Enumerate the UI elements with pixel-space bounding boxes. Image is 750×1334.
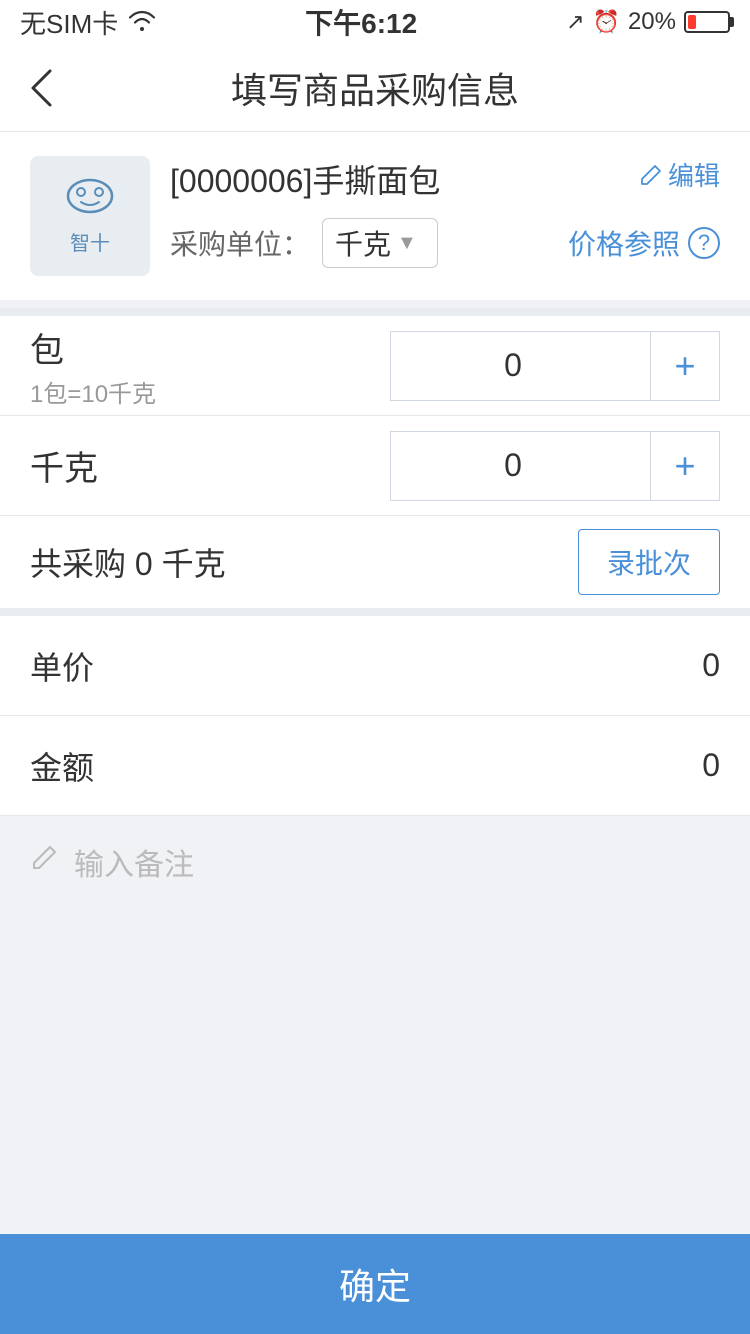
alarm-icon: ⏰ bbox=[593, 9, 620, 35]
price-row-unit: 单价 0 bbox=[0, 616, 750, 716]
kg-input[interactable] bbox=[390, 431, 650, 501]
help-icon: ? bbox=[688, 227, 720, 259]
unit-value: 千克 bbox=[335, 223, 391, 263]
unit-label: 采购单位： bbox=[170, 223, 310, 263]
wifi-icon bbox=[128, 7, 156, 38]
unit-row: 采购单位： 千克 ▼ bbox=[170, 218, 438, 268]
bao-input[interactable] bbox=[390, 331, 650, 401]
section-divider-1 bbox=[0, 308, 750, 316]
product-info: [0000006]手撕面包 编辑 采购单位： 千克 ▼ 价格参照 ? bbox=[170, 156, 720, 268]
unit-bao-sublabel: 1包=10千克 bbox=[30, 374, 230, 409]
remark-placeholder: 输入备注 bbox=[74, 840, 194, 884]
input-control-kg: + bbox=[390, 431, 720, 501]
batch-button[interactable]: 录批次 bbox=[578, 529, 720, 595]
pencil-icon bbox=[30, 844, 58, 880]
price-row-amount: 金额 0 bbox=[0, 716, 750, 816]
kg-plus-button[interactable]: + bbox=[650, 431, 720, 501]
amount-label: 金额 bbox=[30, 743, 94, 789]
battery-icon bbox=[684, 11, 730, 33]
product-info-top: [0000006]手撕面包 编辑 bbox=[170, 156, 720, 202]
price-ref-label: 价格参照 bbox=[568, 223, 680, 263]
location-icon: ↗ bbox=[566, 9, 584, 35]
input-label-bao: 包 1包=10千克 bbox=[30, 323, 230, 409]
back-button[interactable] bbox=[30, 69, 52, 107]
product-image: 智十 bbox=[30, 156, 150, 276]
status-left: 无SIM卡 bbox=[20, 4, 156, 41]
product-card: 智十 [0000006]手撕面包 编辑 采购单位： 千克 ▼ bbox=[0, 132, 750, 308]
price-section: 单价 0 金额 0 bbox=[0, 616, 750, 816]
page-title: 填写商品采购信息 bbox=[231, 62, 519, 114]
total-row: 共采购 0 千克 录批次 bbox=[0, 516, 750, 616]
edit-button[interactable]: 编辑 bbox=[640, 156, 720, 193]
amount-value: 0 bbox=[702, 747, 720, 784]
input-control-bao: + bbox=[390, 331, 720, 401]
input-row-kg: 千克 + bbox=[0, 416, 750, 516]
product-logo-text: 智十 bbox=[70, 227, 110, 256]
input-label-kg: 千克 bbox=[30, 441, 230, 490]
unit-price-label: 单价 bbox=[30, 643, 94, 689]
price-ref-button[interactable]: 价格参照 ? bbox=[568, 223, 720, 263]
battery-percent: 20% bbox=[628, 8, 676, 36]
nav-bar: 填写商品采购信息 bbox=[0, 44, 750, 132]
input-row-bao: 包 1包=10千克 + bbox=[0, 316, 750, 416]
input-section: 包 1包=10千克 + 千克 + bbox=[0, 316, 750, 516]
chevron-down-icon: ▼ bbox=[397, 232, 417, 255]
unit-price-value: 0 bbox=[702, 647, 720, 684]
status-right: ↗ ⏰ 20% bbox=[566, 8, 730, 36]
unit-bao-label: 包 bbox=[30, 323, 230, 372]
total-label: 共采购 0 千克 bbox=[30, 539, 226, 585]
bao-plus-button[interactable]: + bbox=[650, 331, 720, 401]
status-time: 下午6:12 bbox=[305, 2, 417, 42]
product-info-bottom: 采购单位： 千克 ▼ 价格参照 ? bbox=[170, 218, 720, 268]
status-bar: 无SIM卡 下午6:12 ↗ ⏰ 20% bbox=[0, 0, 750, 44]
unit-select[interactable]: 千克 ▼ bbox=[322, 218, 438, 268]
carrier-text: 无SIM卡 bbox=[20, 4, 118, 41]
total-amount: 0 bbox=[135, 546, 153, 582]
confirm-button-label: 确定 bbox=[339, 1258, 411, 1310]
product-logo-icon bbox=[65, 176, 115, 223]
remark-section[interactable]: 输入备注 bbox=[0, 816, 750, 908]
product-name: [0000006]手撕面包 bbox=[170, 156, 440, 202]
confirm-button[interactable]: 确定 bbox=[0, 1234, 750, 1334]
unit-kg-label: 千克 bbox=[30, 441, 230, 490]
bottom-content-area bbox=[0, 908, 750, 1228]
